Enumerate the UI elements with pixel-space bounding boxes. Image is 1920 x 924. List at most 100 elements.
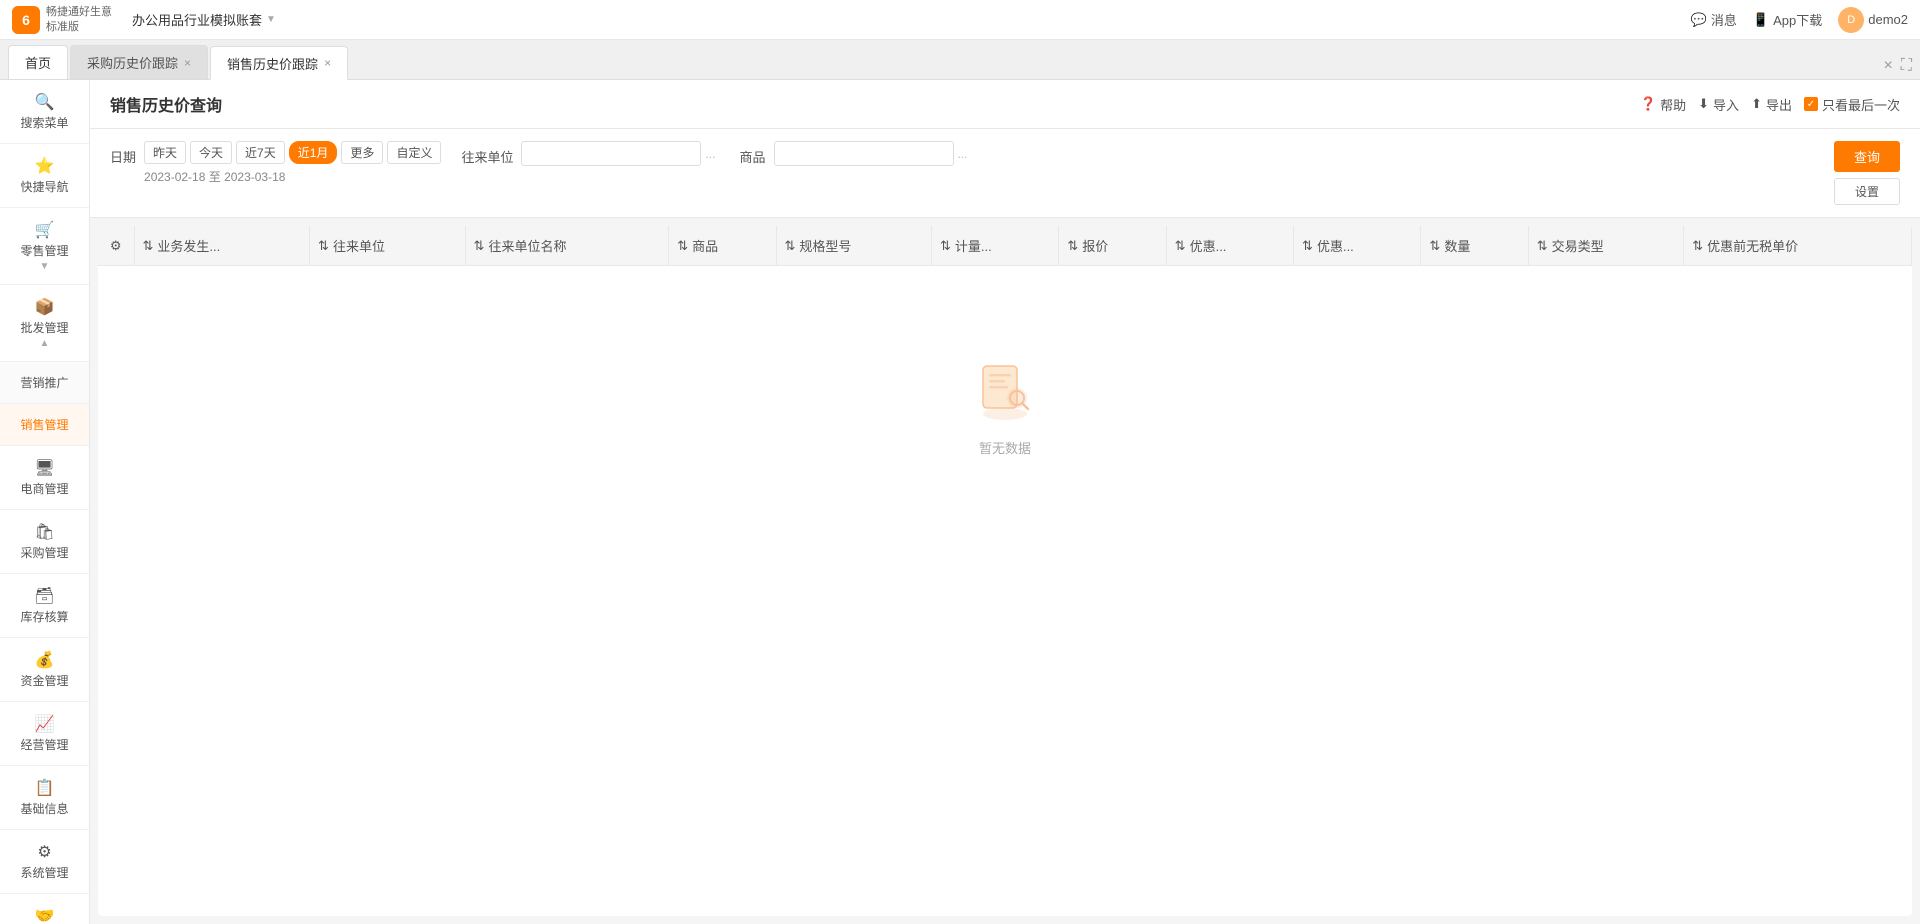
sidebar-item-inventory-label: 库存核算 xyxy=(20,608,68,625)
partner-input[interactable] xyxy=(521,141,701,166)
table-col-price[interactable]: ⇅ 报价 xyxy=(1059,226,1166,266)
breadcrumb-text: 办公用品行业模拟账套 xyxy=(132,10,262,29)
setting-button[interactable]: 设置 xyxy=(1834,178,1900,205)
sidebar-item-ecommerce[interactable]: 🖥 电商管理 xyxy=(0,446,89,510)
avatar: D xyxy=(1838,7,1864,33)
empty-state: 暂无数据 xyxy=(98,266,1912,537)
username-label: demo2 xyxy=(1868,12,1908,27)
help-action[interactable]: ❓ 帮助 xyxy=(1640,95,1686,114)
export-action[interactable]: ⬆ 导出 xyxy=(1751,95,1792,114)
breadcrumb[interactable]: 办公用品行业模拟账套 ▼ xyxy=(132,10,276,29)
date-btn-more[interactable]: 更多 xyxy=(341,141,383,164)
product-input-dots: ... xyxy=(954,143,972,165)
table-header: ⚙ ⇅ 业务发生... ⇅ 往来单位 xyxy=(98,226,1912,266)
page-title: 销售历史价查询 xyxy=(110,92,222,128)
search-icon: 🔍 xyxy=(35,92,55,112)
date-btn-1month[interactable]: 近1月 xyxy=(289,141,338,164)
sidebar-item-marketing-label: 营销推广 xyxy=(20,374,68,391)
sidebar: 🔍 搜索菜单 ⭐ 快捷导航 🛒 零售管理 ▼ 📦 批发管理 ▲ 营销推广 销售管… xyxy=(0,80,90,924)
col-biz-date-label: 业务发生... xyxy=(157,236,220,255)
app-download-icon: 📱 xyxy=(1753,12,1769,28)
sidebar-item-purchase-label: 采购管理 xyxy=(20,544,68,561)
query-button[interactable]: 查询 xyxy=(1834,141,1900,172)
import-label: 导入 xyxy=(1713,95,1739,114)
message-action[interactable]: 💬 消息 xyxy=(1691,10,1737,29)
topbar-left: 6 畅捷通好生意 标准版 办公用品行业模拟账套 ▼ xyxy=(12,5,276,34)
breadcrumb-dropdown-icon[interactable]: ▼ xyxy=(266,14,276,25)
table-settings-header[interactable]: ⚙ xyxy=(98,226,134,266)
date-btn-today[interactable]: 今天 xyxy=(190,141,232,164)
tab-maximize-button[interactable]: ⛶ xyxy=(1901,57,1912,75)
tab-sales-history-close[interactable]: × xyxy=(324,56,331,70)
sidebar-item-basic[interactable]: 📋 基础信息 xyxy=(0,766,89,830)
date-btn-custom[interactable]: 自定义 xyxy=(387,141,441,164)
table-col-discount2[interactable]: ⇅ 优惠... xyxy=(1294,226,1421,266)
date-filter-label: 日期 xyxy=(110,141,136,166)
app-download-action[interactable]: 📱 App下载 xyxy=(1753,10,1822,29)
tab-sales-history[interactable]: 销售历史价跟踪 × xyxy=(210,46,348,80)
table-col-biz-date[interactable]: ⇅ 业务发生... xyxy=(134,226,310,266)
product-input[interactable] xyxy=(774,141,954,166)
main-layout: 🔍 搜索菜单 ⭐ 快捷导航 🛒 零售管理 ▼ 📦 批发管理 ▲ 营销推广 销售管… xyxy=(0,80,1920,924)
finance-icon: 💰 xyxy=(35,650,55,670)
sidebar-item-inventory[interactable]: 🗃 库存核算 xyxy=(0,574,89,638)
purchase-icon: 🛍 xyxy=(34,522,54,542)
sidebar-item-retail[interactable]: 🛒 零售管理 ▼ xyxy=(0,208,89,285)
date-btn-7days[interactable]: 近7天 xyxy=(236,141,285,164)
partner-input-dots: ... xyxy=(701,143,719,165)
operation-icon: 📈 xyxy=(35,714,55,734)
col-partner-name-sort-icon: ⇅ xyxy=(474,238,485,254)
table-col-unit[interactable]: ⇅ 计量... xyxy=(931,226,1058,266)
checkbox-checked-icon: ✓ xyxy=(1804,97,1818,111)
table-col-discount1[interactable]: ⇅ 优惠... xyxy=(1166,226,1293,266)
table-col-qty[interactable]: ⇅ 数量 xyxy=(1421,226,1528,266)
sidebar-item-operation[interactable]: 📈 经营管理 xyxy=(0,702,89,766)
sidebar-item-sales-mgmt-label: 销售管理 xyxy=(20,416,68,433)
sidebar-item-purchase[interactable]: 🛍 采购管理 xyxy=(0,510,89,574)
date-range-display: 2023-02-18 至 2023-03-18 xyxy=(144,168,441,185)
retail-icon: 🛒 xyxy=(35,220,55,240)
empty-icon xyxy=(965,346,1045,426)
filter-btn-group: 查询 设置 xyxy=(1834,141,1900,205)
tab-close-all-button[interactable]: × xyxy=(1883,57,1892,75)
table-col-partner-code[interactable]: ⇅ 往来单位 xyxy=(310,226,465,266)
sidebar-item-quicknav[interactable]: ⭐ 快捷导航 xyxy=(0,144,89,208)
date-filter-group: 日期 昨天 今天 近7天 近1月 更多 自定义 2023-02-18 至 202… xyxy=(110,141,441,185)
basic-icon: 📋 xyxy=(35,778,55,798)
sidebar-item-system-label: 系统管理 xyxy=(20,864,68,881)
user-area[interactable]: D demo2 xyxy=(1838,7,1908,33)
table-col-spec[interactable]: ⇅ 规格型号 xyxy=(776,226,931,266)
table-col-product[interactable]: ⇅ 商品 xyxy=(669,226,776,266)
page-header-actions: ❓ 帮助 ⬇ 导入 ⬆ 导出 ✓ 只看最后一次 xyxy=(1640,95,1900,126)
col-spec-sort-icon: ⇅ xyxy=(785,238,796,254)
col-trade-type-sort-icon: ⇅ xyxy=(1537,238,1548,254)
sidebar-item-enterprise[interactable]: 🤝 企业协同 xyxy=(0,894,89,924)
tab-purchase-history[interactable]: 采购历史价跟踪 × xyxy=(70,45,208,79)
partner-input-wrap: ... xyxy=(521,141,719,166)
col-unit-sort-icon: ⇅ xyxy=(940,238,951,254)
table-col-trade-type[interactable]: ⇅ 交易类型 xyxy=(1528,226,1683,266)
table-col-pretax-price[interactable]: ⇅ 优惠前无税单价 xyxy=(1684,226,1912,266)
date-btn-yesterday[interactable]: 昨天 xyxy=(144,141,186,164)
filter-bar: 日期 昨天 今天 近7天 近1月 更多 自定义 2023-02-18 至 202… xyxy=(90,129,1920,218)
sidebar-item-search[interactable]: 🔍 搜索菜单 xyxy=(0,80,89,144)
table-settings-icon: ⚙ xyxy=(110,238,122,253)
inventory-icon: 🗃 xyxy=(34,586,54,606)
sidebar-item-wholesale[interactable]: 📦 批发管理 ▲ xyxy=(0,285,89,362)
import-action[interactable]: ⬇ 导入 xyxy=(1698,95,1739,114)
table-col-partner-name[interactable]: ⇅ 往来单位名称 xyxy=(465,226,669,266)
filter-dates: 昨天 今天 近7天 近1月 更多 自定义 2023-02-18 至 2023-0… xyxy=(144,141,441,185)
sidebar-item-system[interactable]: ⚙ 系统管理 xyxy=(0,830,89,894)
sidebar-item-marketing[interactable]: 营销推广 xyxy=(0,362,89,404)
wholesale-icon: 📦 xyxy=(35,297,55,317)
tab-sales-history-label: 销售历史价跟踪 xyxy=(227,54,318,73)
only-last-checkbox[interactable]: ✓ 只看最后一次 xyxy=(1804,95,1900,114)
sidebar-item-sales-mgmt[interactable]: 销售管理 xyxy=(0,404,89,446)
tab-home[interactable]: 首页 xyxy=(8,45,68,79)
col-pretax-price-label: 优惠前无税单价 xyxy=(1707,236,1798,255)
col-price-sort-icon: ⇅ xyxy=(1067,238,1078,254)
tab-purchase-history-close[interactable]: × xyxy=(184,56,191,70)
sidebar-item-ecommerce-label: 电商管理 xyxy=(20,480,68,497)
sidebar-item-finance[interactable]: 💰 资金管理 xyxy=(0,638,89,702)
col-discount2-sort-icon: ⇅ xyxy=(1302,238,1313,254)
